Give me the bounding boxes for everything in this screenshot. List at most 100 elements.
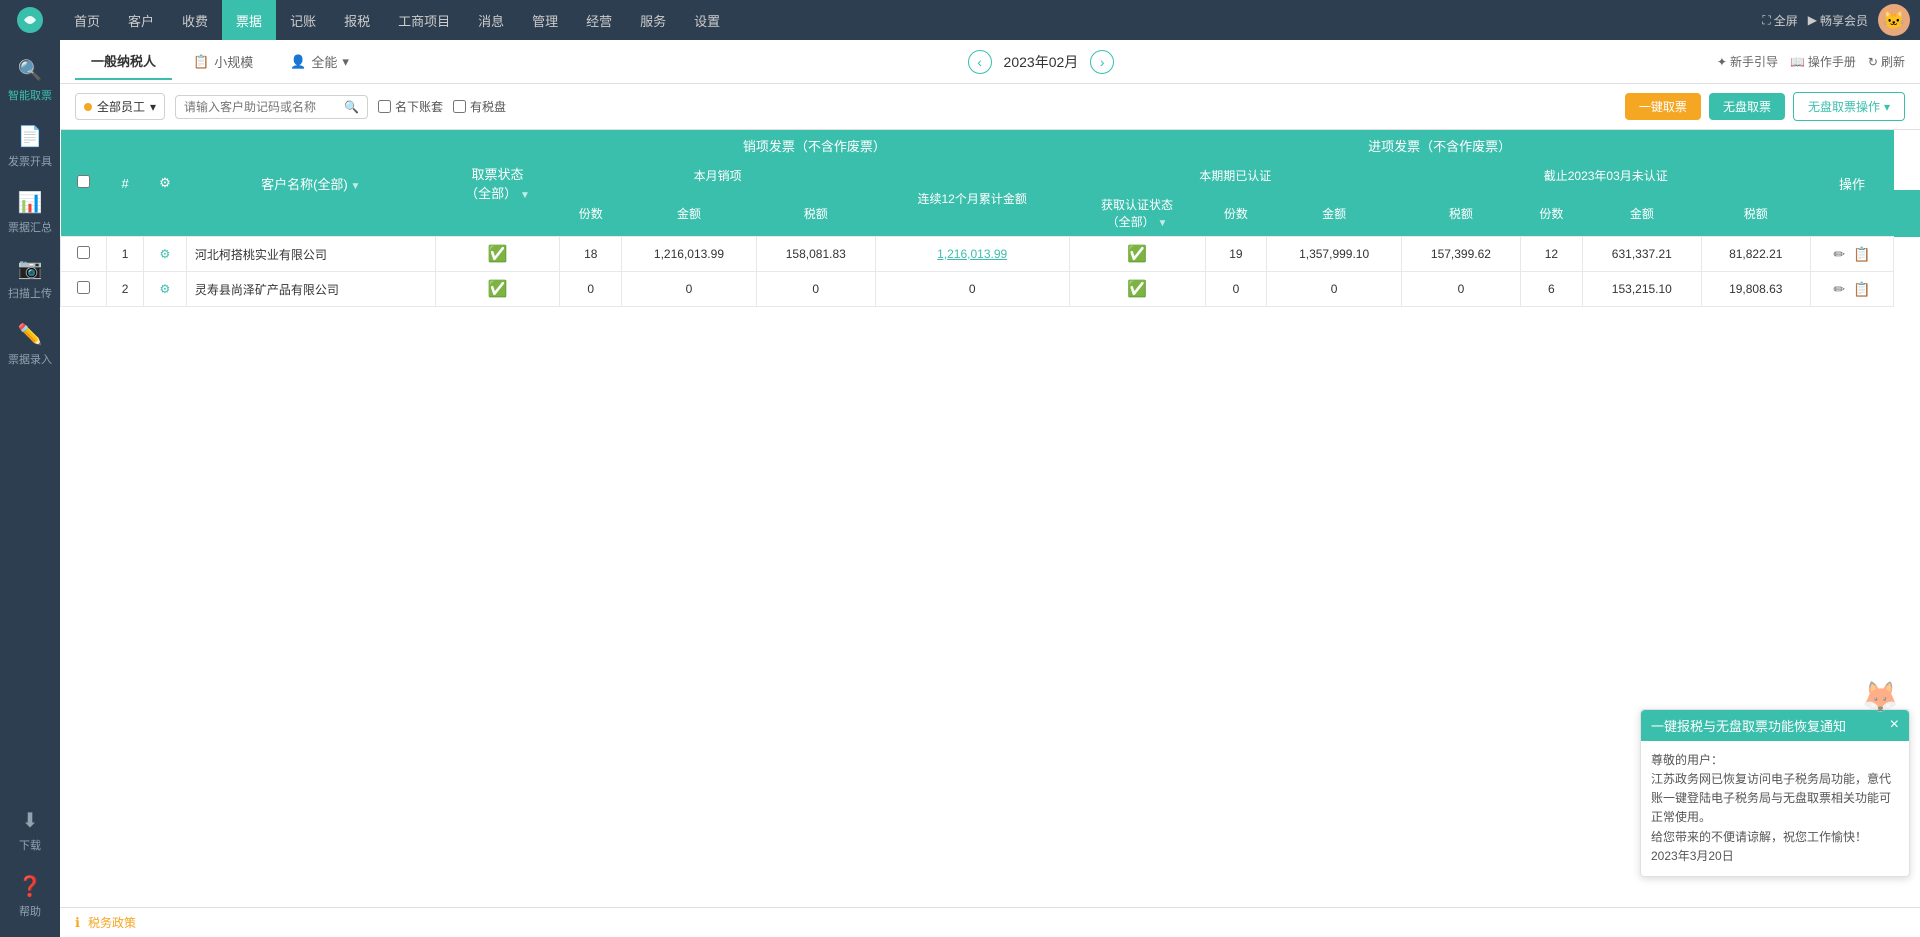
tab-all-icon: 👤 bbox=[290, 54, 306, 70]
footer-bar: ℹ 税务政策 bbox=[60, 907, 1920, 937]
nav-bookkeeping[interactable]: 记账 bbox=[276, 0, 330, 40]
nav-tax[interactable]: 报税 bbox=[330, 0, 384, 40]
notification-popup: 🦊 一键报税与无盘取票功能恢复通知 × 尊敬的用户：江苏政务网已恢复访问电子税务… bbox=[1640, 709, 1910, 877]
sidebar-item-invoice-summary[interactable]: 📊 票据汇总 bbox=[2, 182, 58, 243]
nav-customer[interactable]: 客户 bbox=[114, 0, 168, 40]
th-cumulative: 连续12个月累计金额 bbox=[875, 161, 1069, 237]
nav-business[interactable]: 工商项目 bbox=[384, 0, 464, 40]
row-purch-tax: 157,399.62 bbox=[1401, 237, 1520, 272]
notification-close-button[interactable]: × bbox=[1890, 716, 1899, 734]
th-cancel-status[interactable]: 取票状态（全部） bbox=[435, 130, 560, 237]
row-cancel-status: ✅ bbox=[435, 272, 560, 307]
nav-manage[interactable]: 管理 bbox=[518, 0, 572, 40]
row-uncert-count: 12 bbox=[1520, 237, 1582, 272]
nav-fee[interactable]: 收费 bbox=[168, 0, 222, 40]
th-dummy bbox=[1894, 190, 1920, 237]
th-customer[interactable]: 客户名称(全部) bbox=[186, 130, 435, 237]
one-click-fetch-button[interactable]: 一键取票 bbox=[1625, 93, 1701, 120]
nav-items: 首页 客户 收费 票据 记账 报税 工商项目 消息 管理 经营 服务 设置 bbox=[60, 0, 1762, 40]
nav-operation[interactable]: 经营 bbox=[572, 0, 626, 40]
row-sales-amount: 1,216,013.99 bbox=[622, 237, 757, 272]
nav-home[interactable]: 首页 bbox=[60, 0, 114, 40]
user-avatar[interactable]: 🐱 bbox=[1878, 4, 1910, 36]
notification-body: 尊敬的用户：江苏政务网已恢复访问电子税务局功能，意代账一键登陆电子税务局与无盘取… bbox=[1641, 741, 1909, 876]
checkbox-tax-disk-input[interactable] bbox=[453, 100, 466, 113]
nav-settings[interactable]: 设置 bbox=[680, 0, 734, 40]
smart-fetch-icon: 🔍 bbox=[18, 58, 43, 83]
checkbox-tax-disk[interactable]: 有税盘 bbox=[453, 98, 506, 115]
current-month: 2023年02月 bbox=[1004, 52, 1079, 72]
tab-general-taxpayer[interactable]: 一般纳税人 bbox=[75, 43, 172, 80]
row-uncert-tax: 19,808.63 bbox=[1701, 272, 1810, 307]
row-index: 2 bbox=[107, 272, 144, 307]
checkbox-account[interactable]: 名下账套 bbox=[378, 98, 443, 115]
guide-button[interactable]: ✦ 新手引导 bbox=[1717, 53, 1778, 70]
manual-button[interactable]: 📖 操作手册 bbox=[1790, 53, 1856, 70]
row-checkbox[interactable] bbox=[61, 272, 107, 307]
row-index: 1 bbox=[107, 237, 144, 272]
sidebar-item-invoice-open[interactable]: 📄 发票开具 bbox=[2, 116, 58, 177]
select-all-checkbox[interactable] bbox=[77, 175, 90, 188]
row-sales-amount: 0 bbox=[622, 272, 757, 307]
row-purch-count: 19 bbox=[1205, 237, 1267, 272]
no-disk-fetch-ops-button[interactable]: 无盘取票操作 ▾ bbox=[1793, 92, 1905, 121]
nav-service[interactable]: 服务 bbox=[626, 0, 680, 40]
th-purchase-group: 进项发票（不含作废票） bbox=[1069, 130, 1810, 161]
tab-all-label: 全能 bbox=[311, 52, 337, 71]
checkbox-account-input[interactable] bbox=[378, 100, 391, 113]
th-index: # bbox=[107, 130, 144, 237]
help-icon: ❓ bbox=[18, 874, 43, 899]
search-input[interactable] bbox=[184, 100, 339, 114]
row-purch-tax: 0 bbox=[1401, 272, 1520, 307]
no-disk-fetch-button[interactable]: 无盘取票 bbox=[1709, 93, 1785, 120]
search-box[interactable]: 🔍 bbox=[175, 95, 368, 119]
refresh-icon: ↻ bbox=[1868, 55, 1878, 69]
sidebar-item-smart-fetch[interactable]: 🔍 智能取票 bbox=[2, 50, 58, 111]
vip-button[interactable]: ▶ 畅享会员 bbox=[1808, 12, 1868, 29]
tab-all[interactable]: 👤 全能 ▾ bbox=[274, 44, 365, 79]
row-settings[interactable]: ⚙ bbox=[143, 272, 186, 307]
toolbar: 全部员工 ▾ 🔍 名下账套 有税盘 一键取票 无盘取票 无盘取票操作 ▾ bbox=[60, 84, 1920, 130]
row-cumulative[interactable]: 1,216,013.99 bbox=[875, 237, 1069, 272]
th-sales-tax: 税额 bbox=[756, 190, 875, 237]
sidebar: 🔍 智能取票 📄 发票开具 📊 票据汇总 📷 扫描上传 ✏️ 票据录入 ⬇ 下载… bbox=[0, 40, 60, 937]
th-cert-status[interactable]: 获取认证状态（全部） bbox=[1069, 190, 1205, 237]
sidebar-item-download[interactable]: ⬇ 下载 bbox=[2, 800, 58, 861]
edit-icon[interactable]: ✏ bbox=[1833, 246, 1845, 263]
employee-select[interactable]: 全部员工 ▾ bbox=[75, 93, 165, 120]
th-sales-count: 份数 bbox=[560, 190, 622, 237]
th-settings[interactable]: ⚙ bbox=[143, 130, 186, 237]
th-unrecognized: 截止2023年03月未认证 bbox=[1401, 161, 1810, 190]
sidebar-item-scan-upload[interactable]: 📷 扫描上传 bbox=[2, 248, 58, 309]
nav-message[interactable]: 消息 bbox=[464, 0, 518, 40]
row-settings[interactable]: ⚙ bbox=[143, 237, 186, 272]
sidebar-item-invoice-entry[interactable]: ✏️ 票据录入 bbox=[2, 314, 58, 375]
sidebar-item-help[interactable]: ❓ 帮助 bbox=[2, 866, 58, 927]
th-checkbox[interactable] bbox=[61, 130, 107, 237]
tab-small-scale[interactable]: 📋 小规模 bbox=[177, 44, 269, 79]
scan-upload-icon: 📷 bbox=[18, 256, 43, 281]
table-row: 2 ⚙ 灵寿县尚泽矿产品有限公司 ✅ 0 0 0 0 ✅ 0 0 0 6 153… bbox=[61, 272, 1920, 307]
tax-policy-link[interactable]: 税务政策 bbox=[88, 914, 136, 931]
invoice-summary-icon: 📊 bbox=[18, 190, 43, 215]
view-icon[interactable]: 📋 bbox=[1853, 281, 1870, 298]
row-purch-amount: 0 bbox=[1267, 272, 1402, 307]
next-month-button[interactable]: › bbox=[1090, 50, 1114, 74]
sidebar-bottom: ⬇ 下载 ❓ 帮助 bbox=[0, 800, 60, 937]
row-uncert-count: 6 bbox=[1520, 272, 1582, 307]
month-navigation: ‹ 2023年02月 › bbox=[370, 50, 1712, 74]
prev-month-button[interactable]: ‹ bbox=[968, 50, 992, 74]
main-table: # ⚙ 客户名称(全部) 取票状态（全部） 销项发票（不含作废票） 进项发票（不… bbox=[60, 130, 1920, 307]
nav-invoice[interactable]: 票据 bbox=[222, 0, 276, 40]
row-uncert-amount: 153,215.10 bbox=[1582, 272, 1701, 307]
row-checkbox[interactable] bbox=[61, 237, 107, 272]
employee-dropdown-icon: ▾ bbox=[150, 100, 156, 114]
row-uncert-amount: 631,337.21 bbox=[1582, 237, 1701, 272]
th-purch-tax: 税额 bbox=[1401, 190, 1520, 237]
vip-icon: ▶ bbox=[1808, 13, 1817, 27]
view-icon[interactable]: 📋 bbox=[1853, 246, 1870, 263]
fullscreen-button[interactable]: ⛶ 全屏 bbox=[1762, 12, 1797, 29]
edit-icon[interactable]: ✏ bbox=[1833, 281, 1845, 298]
refresh-button[interactable]: ↻ 刷新 bbox=[1868, 53, 1905, 70]
th-sales-group: 销项发票（不含作废票） bbox=[560, 130, 1069, 161]
